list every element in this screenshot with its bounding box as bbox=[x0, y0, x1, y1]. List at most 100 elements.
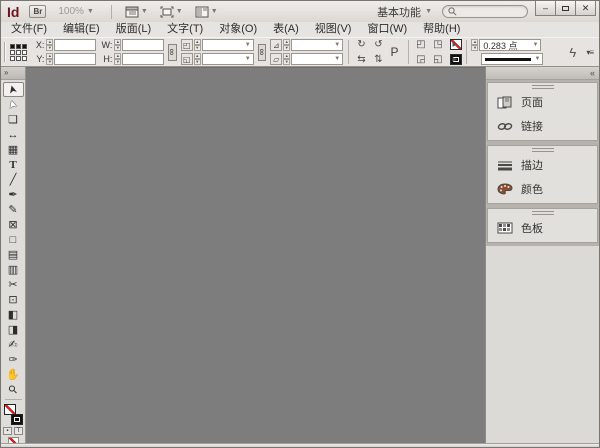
content-collector-tool[interactable]: ▦ bbox=[3, 142, 24, 157]
format-container-button[interactable]: ▪ bbox=[3, 427, 12, 435]
search-icon bbox=[448, 7, 457, 16]
w-field[interactable] bbox=[122, 39, 165, 51]
search-input[interactable] bbox=[442, 5, 528, 18]
fill-swatch-none[interactable] bbox=[3, 404, 16, 415]
panel-button-swatches[interactable]: 色板 bbox=[488, 216, 597, 240]
vertical-grid-tool[interactable]: ▥ bbox=[3, 262, 24, 277]
fit-frame-button[interactable]: ◳ bbox=[430, 38, 446, 51]
horizontal-grid-tool[interactable]: ▤ bbox=[3, 247, 24, 262]
rectangle-tool[interactable]: □ bbox=[3, 232, 24, 247]
flip-vertical-button[interactable]: ⇅ bbox=[371, 53, 387, 66]
h-field[interactable] bbox=[122, 53, 165, 65]
menu-help[interactable]: 帮助(H) bbox=[415, 22, 468, 37]
panel-grip[interactable] bbox=[4, 42, 7, 62]
center-content-button[interactable]: ◲ bbox=[413, 53, 429, 66]
pen-tool[interactable]: ✒ bbox=[3, 187, 24, 202]
panel-button-color[interactable]: 颜色 bbox=[488, 177, 597, 201]
panel-label: 色板 bbox=[521, 223, 543, 235]
panel-button-pages[interactable]: 页面 bbox=[488, 90, 597, 114]
menu-table[interactable]: 表(A) bbox=[265, 22, 307, 37]
menu-layout[interactable]: 版面(L) bbox=[108, 22, 159, 37]
menu-file[interactable]: 文件(F) bbox=[3, 22, 55, 37]
view-options-icon bbox=[125, 6, 139, 17]
menu-view[interactable]: 视图(V) bbox=[307, 22, 360, 37]
flip-horizontal-button[interactable]: ⇆ bbox=[354, 53, 370, 66]
arrange-documents-button[interactable]: ▼ bbox=[195, 6, 218, 18]
menu-object[interactable]: 对象(O) bbox=[211, 22, 265, 37]
y-field[interactable] bbox=[54, 53, 97, 65]
panel-dock: « 页面 链接 描边 颜色 色板 bbox=[485, 67, 599, 443]
menu-window[interactable]: 窗口(W) bbox=[359, 22, 415, 37]
panel-button-stroke[interactable]: 描边 bbox=[488, 153, 597, 177]
zoom-tool[interactable]: ⚲ bbox=[3, 382, 24, 397]
screen-mode-button[interactable]: ▼ bbox=[160, 6, 183, 18]
constrain-scale-button[interactable]: ∞ bbox=[257, 43, 267, 61]
reference-point-proxy[interactable] bbox=[10, 43, 28, 61]
scale-y-combo[interactable]: ▼ bbox=[201, 53, 254, 65]
selection-tool[interactable]: ➤ bbox=[2, 82, 24, 97]
format-text-button[interactable]: T bbox=[14, 427, 23, 435]
selection-arrow-icon: ➤ bbox=[6, 83, 21, 96]
rectangle-frame-icon: ⊠ bbox=[8, 219, 18, 231]
w-stepper[interactable]: ▲ ▼ bbox=[114, 39, 122, 51]
rotation-angle-combo[interactable]: ▼ bbox=[291, 39, 344, 51]
scale-y-stepper[interactable]: ▲ ▼ bbox=[193, 53, 201, 65]
shear-angle-combo[interactable]: ▼ bbox=[291, 53, 344, 65]
menu-type[interactable]: 文字(T) bbox=[159, 22, 211, 37]
bridge-button[interactable]: Br bbox=[29, 5, 47, 18]
scissors-tool[interactable]: ✂ bbox=[3, 277, 24, 292]
shear-stepper[interactable]: ▲ ▼ bbox=[283, 53, 291, 65]
gradient-swatch-tool[interactable]: ◧ bbox=[3, 307, 24, 322]
view-options-button[interactable]: ▼ bbox=[125, 6, 148, 18]
group-drag-handle[interactable] bbox=[531, 211, 554, 215]
eyedropper-tool[interactable]: ✑ bbox=[3, 352, 24, 367]
constrain-dimensions-button[interactable]: ∞ bbox=[168, 43, 178, 61]
note-tool[interactable]: ✍ bbox=[3, 337, 24, 352]
panel-menu-button[interactable]: ▾≡ bbox=[586, 48, 594, 57]
close-button[interactable]: ✕ bbox=[575, 1, 596, 16]
scale-x-stepper[interactable]: ▲ ▼ bbox=[193, 39, 201, 51]
x-stepper[interactable]: ▲ ▼ bbox=[46, 39, 54, 51]
stroke-weight-stepper[interactable]: ▲ ▼ bbox=[471, 39, 479, 51]
workspace-switcher[interactable]: 基本功能 ▼ bbox=[377, 4, 432, 20]
rectangle-frame-tool[interactable]: ⊠ bbox=[3, 217, 24, 232]
hand-tool[interactable]: ✋ bbox=[3, 367, 24, 382]
stroke-swatch[interactable] bbox=[10, 414, 23, 425]
rotate-ccw-button[interactable]: ↺ bbox=[371, 38, 387, 51]
expand-panels-icon[interactable]: « bbox=[590, 68, 595, 78]
fill-frame-button[interactable]: ◱ bbox=[430, 53, 446, 66]
quick-apply-button[interactable]: ϟ bbox=[569, 45, 576, 60]
stroke-weight-combo[interactable]: 0.283 点 ▼ bbox=[479, 39, 542, 51]
free-transform-tool[interactable]: ⊡ bbox=[3, 292, 24, 307]
page-tool[interactable]: ❏ bbox=[3, 112, 24, 127]
direct-selection-tool[interactable]: ➤ bbox=[3, 97, 24, 112]
tools-panel-header[interactable]: » bbox=[1, 67, 25, 80]
indesign-window: Id Br 100% ▼ ▼ ▼ ▼ 基本功能 ▼ – ✕ 文件(F) 编辑(E… bbox=[0, 0, 600, 448]
gradient-feather-tool[interactable]: ◨ bbox=[3, 322, 24, 337]
maximize-button[interactable] bbox=[555, 1, 576, 16]
stroke-swatch-arrow-icon[interactable]: ▶ bbox=[452, 41, 457, 48]
type-tool[interactable]: T bbox=[3, 157, 24, 172]
horizontal-grid-icon: ▤ bbox=[7, 249, 19, 261]
gap-tool[interactable]: ↔ bbox=[3, 127, 24, 142]
pencil-tool[interactable]: ✎ bbox=[3, 202, 24, 217]
line-tool[interactable]: ╱ bbox=[3, 172, 24, 187]
group-drag-handle[interactable] bbox=[531, 148, 554, 152]
type-icon: T bbox=[9, 158, 17, 171]
w-label: W: bbox=[101, 40, 113, 50]
chevron-down-icon: ▼ bbox=[210, 8, 218, 15]
x-field[interactable] bbox=[54, 39, 97, 51]
rotate-cw-button[interactable]: ↻ bbox=[354, 38, 370, 51]
menu-edit[interactable]: 编辑(E) bbox=[55, 22, 108, 37]
group-drag-handle[interactable] bbox=[531, 85, 554, 89]
h-stepper[interactable]: ▲ ▼ bbox=[114, 53, 122, 65]
fit-content-button[interactable]: ◰ bbox=[413, 38, 429, 51]
minimize-button[interactable]: – bbox=[535, 1, 556, 16]
fill-swatch-arrow-icon[interactable]: ▶ bbox=[452, 56, 457, 63]
scale-x-combo[interactable]: ▼ bbox=[201, 39, 254, 51]
stroke-type-dropdown[interactable]: ▼ bbox=[481, 53, 544, 65]
panel-button-links[interactable]: 链接 bbox=[488, 114, 597, 138]
y-stepper[interactable]: ▲ ▼ bbox=[46, 53, 54, 65]
rotation-stepper[interactable]: ▲ ▼ bbox=[283, 39, 291, 51]
zoom-level-dropdown[interactable]: 100% ▼ bbox=[58, 6, 94, 17]
